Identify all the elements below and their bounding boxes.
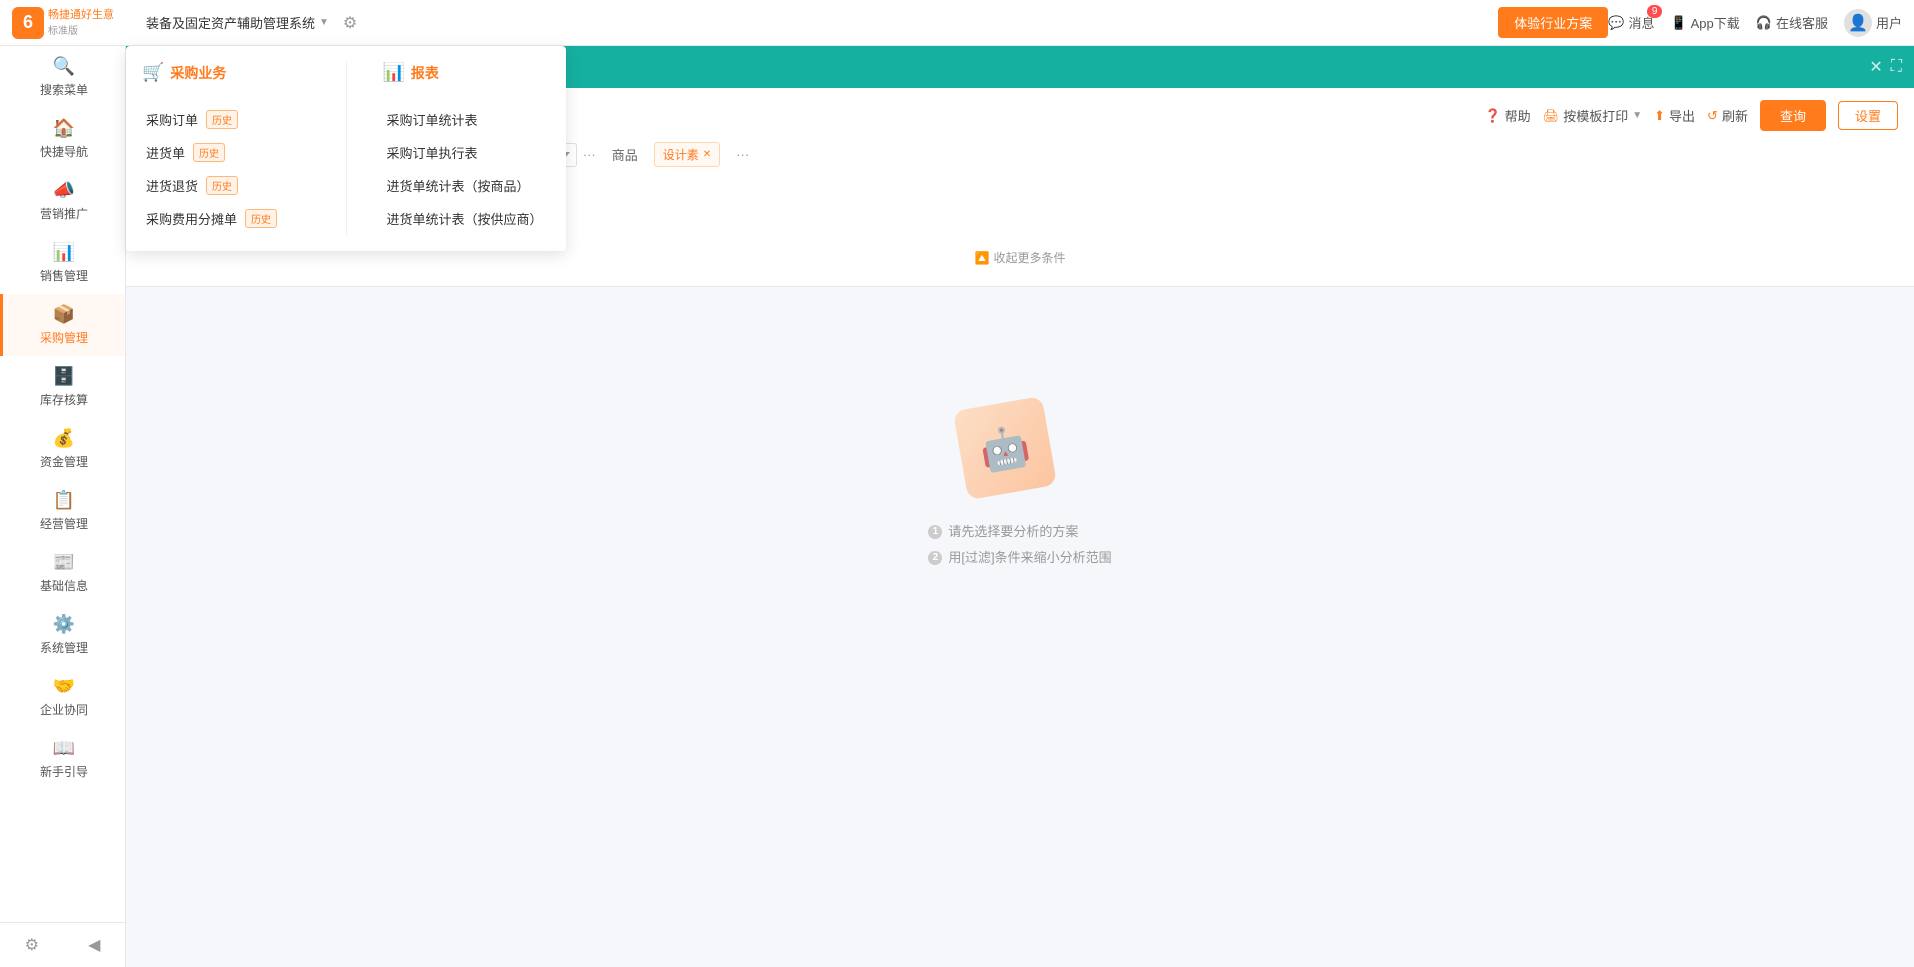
corp-icon: 🤝: [53, 676, 75, 697]
message-icon: 💬: [1608, 15, 1624, 31]
home-icon: 🏠: [53, 118, 75, 139]
sidebar-item-operation[interactable]: 📋 经营管理: [0, 480, 125, 542]
menu-divider: [346, 62, 347, 235]
collapse-button[interactable]: 🔼 收起更多条件: [975, 249, 1066, 266]
sidebar-item-inventory[interactable]: 🗄️ 库存核算: [0, 356, 125, 418]
newbie-icon: 📖: [53, 738, 75, 759]
sidebar: 🔍 搜索菜单 🏠 快捷导航 📣 营销推广 📊 销售管理 📦 采购管理 🗄️: [0, 46, 126, 967]
empty-illustration: 🤖: [960, 403, 1080, 503]
sidebar-item-marketing[interactable]: 📣 营销推广: [0, 170, 125, 232]
empty-hint-2: 2 用[过滤]条件来缩小分析范围: [928, 545, 1111, 571]
hint-dot-1: 1: [928, 525, 942, 539]
sidebar-item-sales[interactable]: 📊 销售管理: [0, 232, 125, 294]
print-button[interactable]: 🖨 按模板打印 ▼: [1543, 106, 1642, 125]
system-title: 装备及固定资产辅助管理系统 ▼ ⚙: [146, 13, 1486, 33]
app-download-btn[interactable]: 📱 App下载: [1670, 13, 1739, 32]
collapse-icon: 🔼: [975, 251, 990, 265]
menu-item-inbound-stat-goods[interactable]: 进货单统计表（按商品）: [383, 169, 551, 202]
user-btn[interactable]: 👤 用户: [1844, 9, 1902, 37]
sidebar-item-basic[interactable]: 📰 基础信息: [0, 542, 125, 604]
sales-icon: 📊: [53, 242, 75, 263]
query-button[interactable]: 查询: [1760, 100, 1826, 131]
purchase-section-icon: 🛒: [142, 62, 164, 83]
logo-area: 6 畅捷通好生意 标准版: [12, 7, 138, 39]
tab-close-window-icon[interactable]: ✕: [1869, 57, 1882, 77]
basic-icon: 📰: [53, 552, 75, 573]
headset-icon: 🎧: [1756, 15, 1772, 31]
collapse-sidebar-icon[interactable]: ◀: [88, 935, 100, 955]
sidebar-item-purchase[interactable]: 📦 采购管理: [0, 294, 125, 356]
menu-item-inbound-stat-supplier[interactable]: 进货单统计表（按供应商）: [383, 202, 551, 235]
report-section-icon: 📊: [383, 62, 405, 83]
sidebar-bottom: ⚙ ◀: [0, 922, 125, 967]
robot-icon: 🤖: [953, 396, 1057, 500]
toolbar-right: ❓ 帮助 🖨 按模板打印 ▼ ⬆ 导出: [1484, 100, 1898, 131]
menu-item-return[interactable]: 进货退货 历史: [142, 169, 310, 202]
top-bar: 6 畅捷通好生意 标准版 装备及固定资产辅助管理系统 ▼ ⚙ 体验行业方案 💬 …: [0, 0, 1914, 46]
purchase-report-title: 📊 报表: [383, 62, 551, 91]
logo-title: 畅捷通好生意: [48, 8, 114, 22]
user-avatar: 👤: [1844, 9, 1872, 37]
print-icon: 🖨: [1543, 108, 1560, 124]
purchase-report-section: 📊 报表 采购订单统计表 采购订单执行表 进货单统计表（按商品） 进货单统计表（…: [383, 62, 551, 235]
message-btn[interactable]: 💬 消息 9: [1608, 13, 1654, 32]
purchase-business-title: 🛒 采购业务: [142, 62, 310, 91]
menu-item-inbound[interactable]: 进货单 历史: [142, 136, 310, 169]
tab-maximize-icon[interactable]: ⛶: [1891, 58, 1902, 76]
goods-tag: 设计素 ✕: [654, 142, 720, 167]
top-right-area: 💬 消息 9 📱 App下载 🎧 在线客服 👤 用户: [1608, 9, 1902, 37]
empty-hints: 1 请先选择要分析的方案 2 用[过滤]条件来缩小分析范围: [928, 519, 1111, 571]
purchase-business-section: 🛒 采购业务 采购订单 历史 进货单 历史 进货退货 历史 采购费用分摊单 历史: [142, 62, 310, 235]
settings-bottom-icon[interactable]: ⚙: [25, 935, 39, 955]
logo-icon: 6: [12, 7, 44, 39]
inventory-icon: 🗄️: [53, 366, 75, 387]
sidebar-item-system[interactable]: ⚙️ 系统管理: [0, 604, 125, 666]
empty-state: 🤖 1 请先选择要分析的方案 2 用[过滤]条件来缩小分析范围: [126, 287, 1914, 687]
sidebar-item-corp[interactable]: 🤝 企业协同: [0, 666, 125, 728]
system-icon: ⚙️: [53, 614, 75, 635]
print-dropdown-icon[interactable]: ▼: [1632, 110, 1642, 121]
sidebar-item-finance[interactable]: 💰 资金管理: [0, 418, 125, 480]
search-icon: 🔍: [53, 56, 75, 77]
refresh-button[interactable]: ↺ 刷新: [1707, 106, 1748, 125]
empty-hint-1: 1 请先选择要分析的方案: [928, 519, 1111, 545]
hist-badge-1: 历史: [193, 143, 225, 162]
purchase-dropdown-menu: 🛒 采购业务 采购订单 历史 进货单 历史 进货退货 历史 采购费用分摊单 历史…: [126, 46, 566, 251]
system-dropdown-arrow[interactable]: ▼: [319, 17, 329, 28]
export-button[interactable]: ⬆ 导出: [1654, 106, 1695, 125]
menu-item-order-stat[interactable]: 采购订单统计表: [383, 103, 551, 136]
phone-icon: 📱: [1670, 15, 1686, 31]
sidebar-item-quick-nav[interactable]: 🏠 快捷导航: [0, 108, 125, 170]
hist-badge-3: 历史: [245, 209, 277, 228]
menu-item-order-exec[interactable]: 采购订单执行表: [383, 136, 551, 169]
industry-button[interactable]: 体验行业方案: [1498, 7, 1608, 38]
sidebar-item-search[interactable]: 🔍 搜索菜单: [0, 46, 125, 108]
finance-icon: 💰: [53, 428, 75, 449]
sidebar-item-newbie[interactable]: 📖 新手引导: [0, 728, 125, 790]
message-badge: 9: [1647, 5, 1663, 18]
purchase-icon: 📦: [53, 304, 75, 325]
hist-badge-0: 历史: [206, 110, 238, 129]
hist-badge-2: 历史: [206, 176, 238, 195]
help-button[interactable]: ❓ 帮助: [1484, 106, 1530, 125]
menu-item-purchase-order[interactable]: 采购订单 历史: [142, 103, 310, 136]
export-icon: ⬆: [1654, 108, 1665, 124]
settings-button[interactable]: 设置: [1838, 101, 1898, 130]
goods-dots[interactable]: ···: [736, 147, 749, 162]
hint-dot-2: 2: [928, 551, 942, 565]
logo-sub: 标准版: [48, 22, 114, 37]
menu-item-expense[interactable]: 采购费用分摊单 历史: [142, 202, 310, 235]
operation-icon: 📋: [53, 490, 75, 511]
refresh-icon: ↺: [1707, 108, 1718, 124]
goods-tag-remove[interactable]: ✕: [703, 149, 711, 160]
tab-bar-right: ✕ ⛶: [1869, 57, 1914, 77]
online-service-btn[interactable]: 🎧 在线客服: [1756, 13, 1828, 32]
help-icon: ❓: [1484, 108, 1500, 124]
marketing-icon: 📣: [53, 180, 75, 201]
order-status-dots[interactable]: ···: [583, 147, 596, 162]
goods-label: 商品: [612, 145, 638, 164]
system-gear-icon[interactable]: ⚙: [343, 13, 357, 33]
